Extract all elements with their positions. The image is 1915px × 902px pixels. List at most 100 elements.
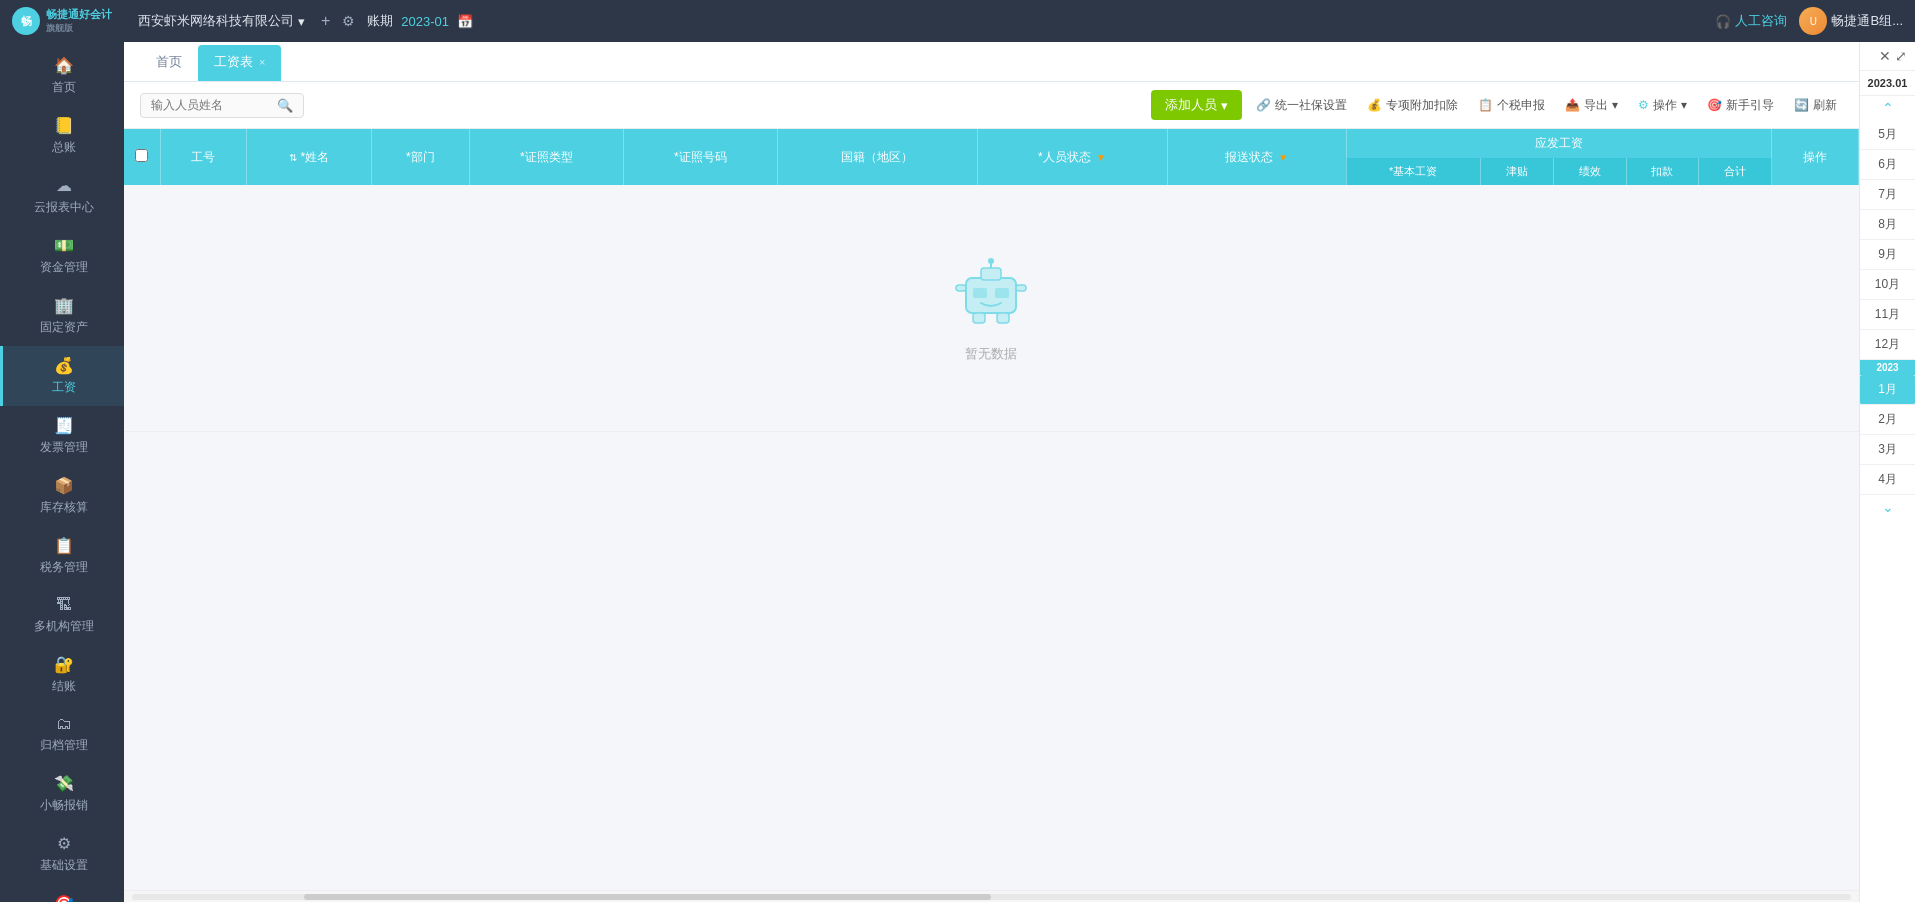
sidebar-label-funds: 资金管理 bbox=[40, 259, 88, 276]
export-label: 导出 bbox=[1584, 97, 1608, 114]
period-item-6[interactable]: 6月 bbox=[1860, 150, 1915, 180]
svg-rect-2 bbox=[995, 288, 1009, 298]
ops-arrow: ▾ bbox=[1681, 98, 1687, 112]
user-avatar[interactable]: U 畅捷通B组... bbox=[1799, 7, 1903, 35]
tabs-bar: 首页 工资表 × bbox=[124, 42, 1859, 82]
user-service-btn[interactable]: 🎧 人工咨询 bbox=[1715, 12, 1787, 30]
sidebar-item-guide[interactable]: 🎯 新手引导 bbox=[0, 884, 124, 902]
add-person-label: 添加人员 bbox=[1165, 96, 1217, 114]
scroll-thumb[interactable] bbox=[304, 894, 992, 900]
period-item-8[interactable]: 8月 bbox=[1860, 210, 1915, 240]
closing-icon: 🔐 bbox=[54, 655, 74, 674]
export-btn[interactable]: 📤 导出 ▾ bbox=[1559, 93, 1624, 118]
sidebar-item-closing[interactable]: 🔐 结账 bbox=[0, 645, 124, 705]
sidebar-item-invoice[interactable]: 🧾 发票管理 bbox=[0, 406, 124, 466]
select-all-checkbox[interactable] bbox=[135, 149, 148, 162]
period-nav-up[interactable]: ⌃ bbox=[1860, 96, 1915, 120]
sidebar-item-cloud[interactable]: ☁ 云报表中心 bbox=[0, 166, 124, 226]
tab-salary[interactable]: 工资表 × bbox=[198, 45, 281, 81]
deduct-label: 专项附加扣除 bbox=[1386, 97, 1458, 114]
period-item-7[interactable]: 7月 bbox=[1860, 180, 1915, 210]
sidebar-item-ledger[interactable]: 📒 总账 bbox=[0, 106, 124, 166]
sidebar-label-inventory: 库存核算 bbox=[40, 499, 88, 516]
empty-cell: 暂无数据 bbox=[124, 185, 1859, 432]
tax-report-btn[interactable]: 📋 个税申报 bbox=[1472, 93, 1551, 118]
th-dept: *部门 bbox=[371, 129, 469, 185]
sidebar-item-inventory[interactable]: 📦 库存核算 bbox=[0, 466, 124, 526]
ops-btn[interactable]: ⚙ 操作 ▾ bbox=[1632, 93, 1693, 118]
sidebar-item-archive[interactable]: 🗂 归档管理 bbox=[0, 705, 124, 764]
sidebar-label-expense: 小畅报销 bbox=[40, 797, 88, 814]
guide-btn[interactable]: 🎯 新手引导 bbox=[1701, 93, 1780, 118]
tab-salary-label: 工资表 bbox=[214, 53, 253, 71]
period-item-9[interactable]: 9月 bbox=[1860, 240, 1915, 270]
avatar-circle: U bbox=[1799, 7, 1827, 35]
close-panel-btn[interactable]: ✕ bbox=[1879, 48, 1891, 64]
add-person-button[interactable]: 添加人员 ▾ bbox=[1151, 90, 1242, 120]
svg-rect-7 bbox=[1016, 285, 1026, 291]
svg-rect-3 bbox=[981, 268, 1001, 280]
sidebar-item-multi[interactable]: 🏗 多机构管理 bbox=[0, 586, 124, 645]
period-item-1[interactable]: 1月 bbox=[1860, 375, 1915, 405]
period-nav-down[interactable]: ⌄ bbox=[1860, 495, 1915, 519]
period-item-10[interactable]: 10月 bbox=[1860, 270, 1915, 300]
app-edition: 旗舰版 bbox=[46, 22, 112, 35]
svg-point-5 bbox=[988, 258, 994, 264]
th-checkbox[interactable] bbox=[124, 129, 160, 185]
sidebar-item-funds[interactable]: 💵 资金管理 bbox=[0, 226, 124, 286]
tax-report-icon: 📋 bbox=[1478, 98, 1493, 112]
settings-icon[interactable]: ⚙ bbox=[342, 13, 355, 29]
sidebar-item-salary[interactable]: 💰 工资 bbox=[0, 346, 124, 406]
period-item-11[interactable]: 11月 bbox=[1860, 300, 1915, 330]
period-item-12[interactable]: 12月 bbox=[1860, 330, 1915, 360]
th-salary-group: 应发工资 bbox=[1346, 129, 1772, 158]
sort-icon[interactable]: ⇅ bbox=[289, 152, 297, 163]
social-security-btn[interactable]: 🔗 统一社保设置 bbox=[1250, 93, 1353, 118]
period-item-4[interactable]: 4月 bbox=[1860, 465, 1915, 495]
sidebar-item-tax[interactable]: 📋 税务管理 bbox=[0, 526, 124, 586]
special-deduct-btn[interactable]: 💰 专项附加扣除 bbox=[1361, 93, 1464, 118]
empty-row: 暂无数据 bbox=[124, 185, 1859, 432]
refresh-btn[interactable]: 🔄 刷新 bbox=[1788, 93, 1843, 118]
period-display[interactable]: 账期 2023-01 📅 bbox=[367, 12, 473, 30]
chevron-down-icon[interactable]: ▾ bbox=[298, 14, 305, 29]
social-icon: 🔗 bbox=[1256, 98, 1271, 112]
search-wrap[interactable]: 🔍 bbox=[140, 93, 304, 118]
deduct-icon: 💰 bbox=[1367, 98, 1382, 112]
ops-icon: ⚙ bbox=[1638, 98, 1649, 112]
th-name: ⇅ *姓名 bbox=[247, 129, 371, 185]
settings-icon2: ⚙ bbox=[57, 834, 71, 853]
scroll-track bbox=[132, 894, 1851, 900]
social-label: 统一社保设置 bbox=[1275, 97, 1347, 114]
person-status-filter-icon[interactable]: ▼ bbox=[1096, 152, 1106, 163]
tab-salary-close[interactable]: × bbox=[259, 56, 265, 68]
salary-table: 工号 ⇅ *姓名 *部门 *证照类型 *证照号码 bbox=[124, 129, 1859, 432]
th-base-salary-label: *基本工资 bbox=[1389, 165, 1437, 177]
sidebar-item-assets[interactable]: 🏢 固定资产 bbox=[0, 286, 124, 346]
sidebar-item-expense[interactable]: 💸 小畅报销 bbox=[0, 764, 124, 824]
add-icon[interactable]: + bbox=[321, 12, 330, 30]
expand-panel-btn[interactable]: ⤢ bbox=[1895, 48, 1907, 64]
period-item-5[interactable]: 5月 bbox=[1860, 120, 1915, 150]
th-base-salary: *基本工资 bbox=[1346, 158, 1480, 185]
username-label: 畅捷通B组... bbox=[1831, 12, 1903, 30]
refresh-icon: 🔄 bbox=[1794, 98, 1809, 112]
app-logo: 畅 bbox=[12, 7, 40, 35]
multi-icon: 🏗 bbox=[56, 596, 72, 614]
period-item-2[interactable]: 2月 bbox=[1860, 405, 1915, 435]
sidebar-item-settings[interactable]: ⚙ 基础设置 bbox=[0, 824, 124, 884]
search-input[interactable] bbox=[151, 98, 271, 112]
guide-icon: 🎯 bbox=[54, 894, 74, 902]
export-arrow: ▾ bbox=[1612, 98, 1618, 112]
period-panel: ✕ ⤢ 2023.01 ⌃ 5月 6月 7月 8月 9月 10月 11月 12月… bbox=[1859, 42, 1915, 902]
horizontal-scrollbar[interactable] bbox=[124, 890, 1859, 902]
th-ops: 操作 bbox=[1772, 129, 1859, 185]
report-status-filter-icon[interactable]: ▼ bbox=[1278, 152, 1288, 163]
sidebar-item-home[interactable]: 🏠 首页 bbox=[0, 46, 124, 106]
company-selector[interactable]: 西安虾米网络科技有限公司 ▾ bbox=[130, 8, 313, 34]
period-item-3[interactable]: 3月 bbox=[1860, 435, 1915, 465]
funds-icon: 💵 bbox=[54, 236, 74, 255]
calendar-icon[interactable]: 📅 bbox=[457, 14, 473, 29]
tab-home[interactable]: 首页 bbox=[140, 45, 198, 81]
tax-icon: 📋 bbox=[54, 536, 74, 555]
